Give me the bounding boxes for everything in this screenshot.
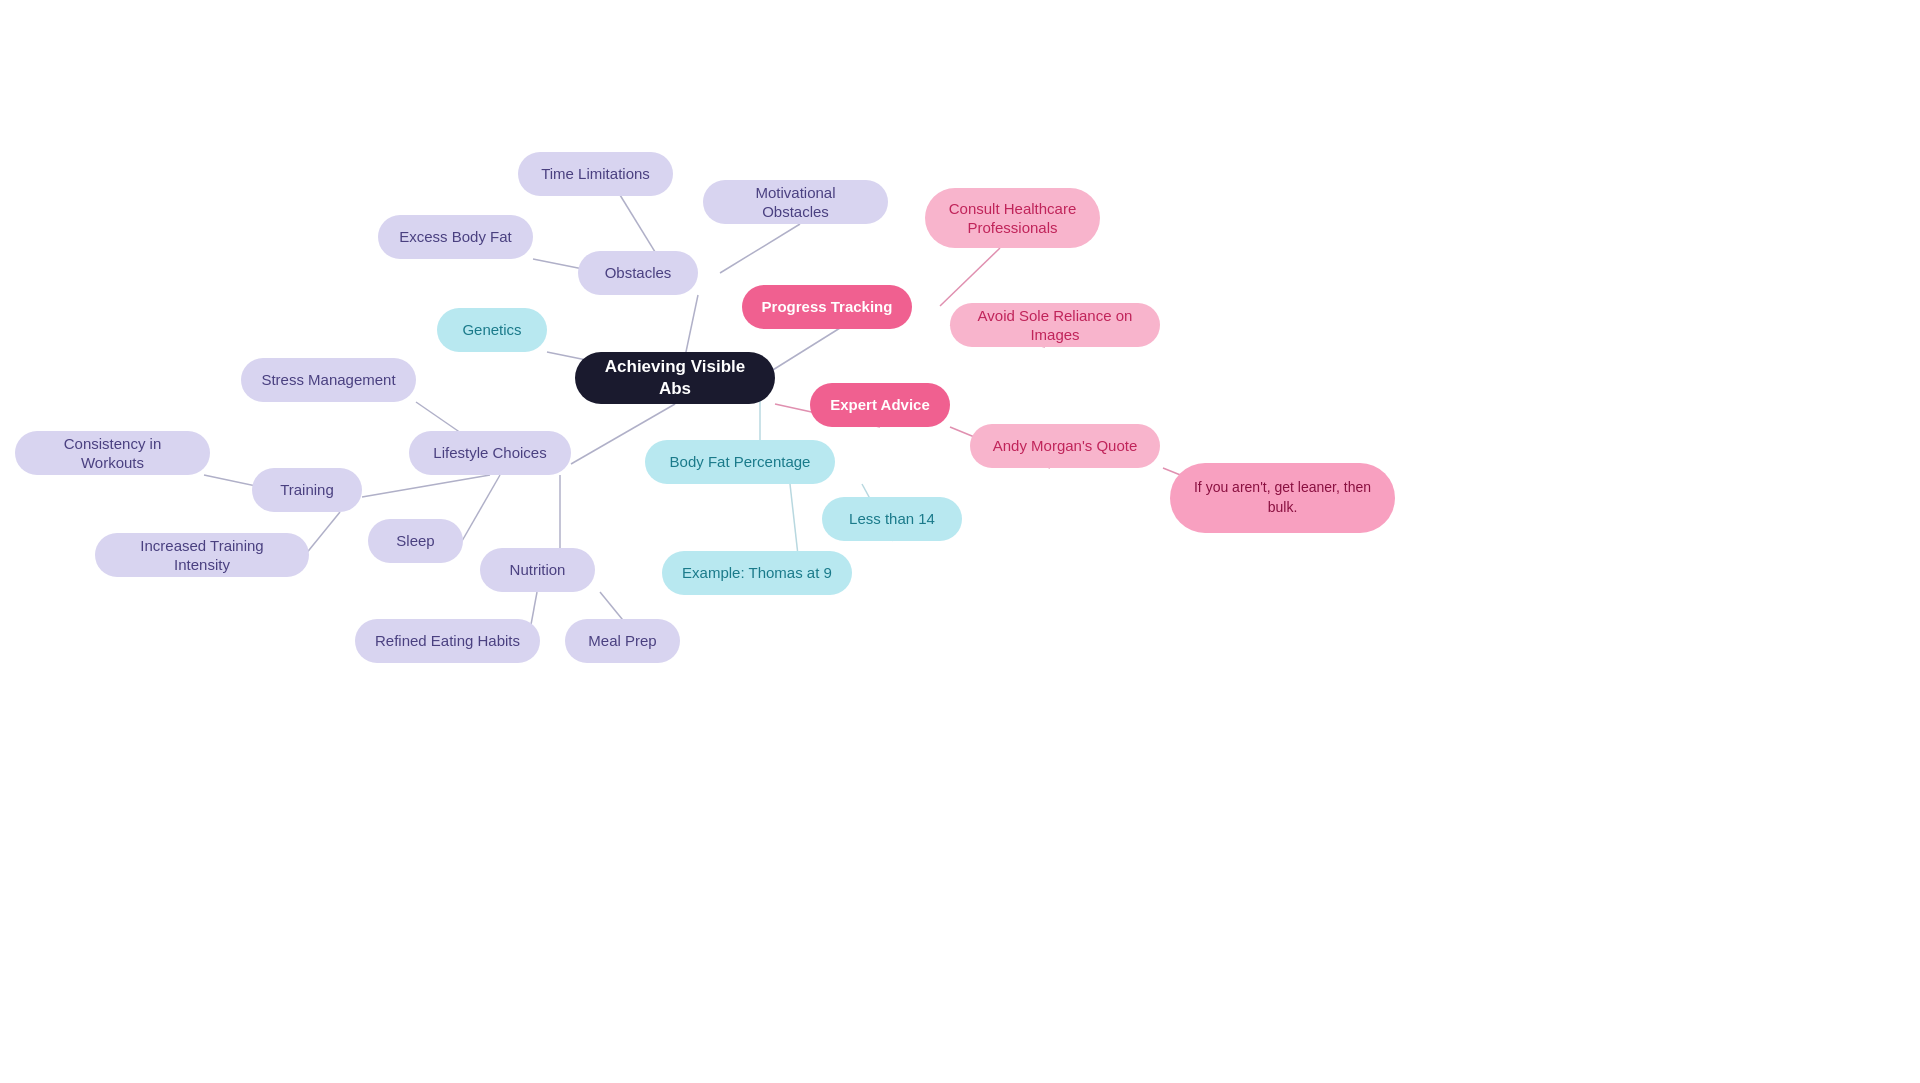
center-label: Achieving Visible Abs: [593, 356, 757, 400]
nutrition-label: Nutrition: [510, 560, 566, 580]
obstacles-node: Obstacles: [578, 251, 698, 295]
progress-tracking-node: Progress Tracking: [742, 285, 912, 329]
expert-advice-label: Expert Advice: [830, 395, 930, 415]
less-than-14-label: Less than 14: [849, 509, 935, 529]
body-fat-percentage-label: Body Fat Percentage: [670, 452, 811, 472]
svg-line-5: [940, 248, 1000, 306]
genetics-label: Genetics: [462, 320, 521, 340]
meal-prep-label: Meal Prep: [588, 631, 656, 651]
svg-line-16: [362, 475, 490, 497]
center-node: Achieving Visible Abs: [575, 352, 775, 404]
motivational-obstacles-label: Motivational Obstacles: [721, 183, 870, 222]
lifestyle-choices-node: Lifestyle Choices: [409, 431, 571, 475]
expert-advice-node: Expert Advice: [810, 383, 950, 427]
refined-eating-habits-label: Refined Eating Habits: [375, 631, 520, 651]
example-thomas-label: Example: Thomas at 9: [682, 563, 832, 583]
svg-line-3: [720, 224, 800, 273]
svg-line-18: [305, 512, 340, 555]
consult-healthcare-node: Consult Healthcare Professionals: [925, 188, 1100, 248]
sleep-label: Sleep: [396, 531, 434, 551]
avoid-sole-reliance-node: Avoid Sole Reliance on Images: [950, 303, 1160, 347]
body-fat-percentage-node: Body Fat Percentage: [645, 440, 835, 484]
example-thomas-node: Example: Thomas at 9: [662, 551, 852, 595]
lifestyle-choices-label: Lifestyle Choices: [433, 443, 546, 463]
excess-body-fat-label: Excess Body Fat: [399, 227, 512, 247]
time-limitations-node: Time Limitations: [518, 152, 673, 196]
obstacles-label: Obstacles: [605, 263, 672, 283]
increased-training-intensity-node: Increased Training Intensity: [95, 533, 309, 577]
consistency-workouts-label: Consistency in Workouts: [33, 434, 192, 473]
svg-line-19: [462, 475, 500, 541]
training-node: Training: [252, 468, 362, 512]
excess-body-fat-node: Excess Body Fat: [378, 215, 533, 259]
nutrition-node: Nutrition: [480, 548, 595, 592]
andy-morgans-quote-node: Andy Morgan's Quote: [970, 424, 1160, 468]
sleep-node: Sleep: [368, 519, 463, 563]
genetics-node: Genetics: [437, 308, 547, 352]
stress-management-node: Stress Management: [241, 358, 416, 402]
if-you-arent-label: If you aren't, get leaner, then bulk.: [1188, 478, 1377, 517]
if-you-arent-node: If you aren't, get leaner, then bulk.: [1170, 463, 1395, 533]
avoid-sole-reliance-label: Avoid Sole Reliance on Images: [968, 306, 1142, 345]
progress-tracking-label: Progress Tracking: [762, 297, 893, 317]
stress-management-label: Stress Management: [261, 370, 395, 390]
consult-healthcare-label: Consult Healthcare Professionals: [943, 199, 1082, 238]
refined-eating-habits-node: Refined Eating Habits: [355, 619, 540, 663]
time-limitations-label: Time Limitations: [541, 164, 650, 184]
meal-prep-node: Meal Prep: [565, 619, 680, 663]
less-than-14-node: Less than 14: [822, 497, 962, 541]
motivational-obstacles-node: Motivational Obstacles: [703, 180, 888, 224]
training-label: Training: [280, 480, 334, 500]
consistency-workouts-node: Consistency in Workouts: [15, 431, 210, 475]
andy-morgans-quote-label: Andy Morgan's Quote: [993, 436, 1138, 456]
increased-training-intensity-label: Increased Training Intensity: [113, 536, 291, 575]
